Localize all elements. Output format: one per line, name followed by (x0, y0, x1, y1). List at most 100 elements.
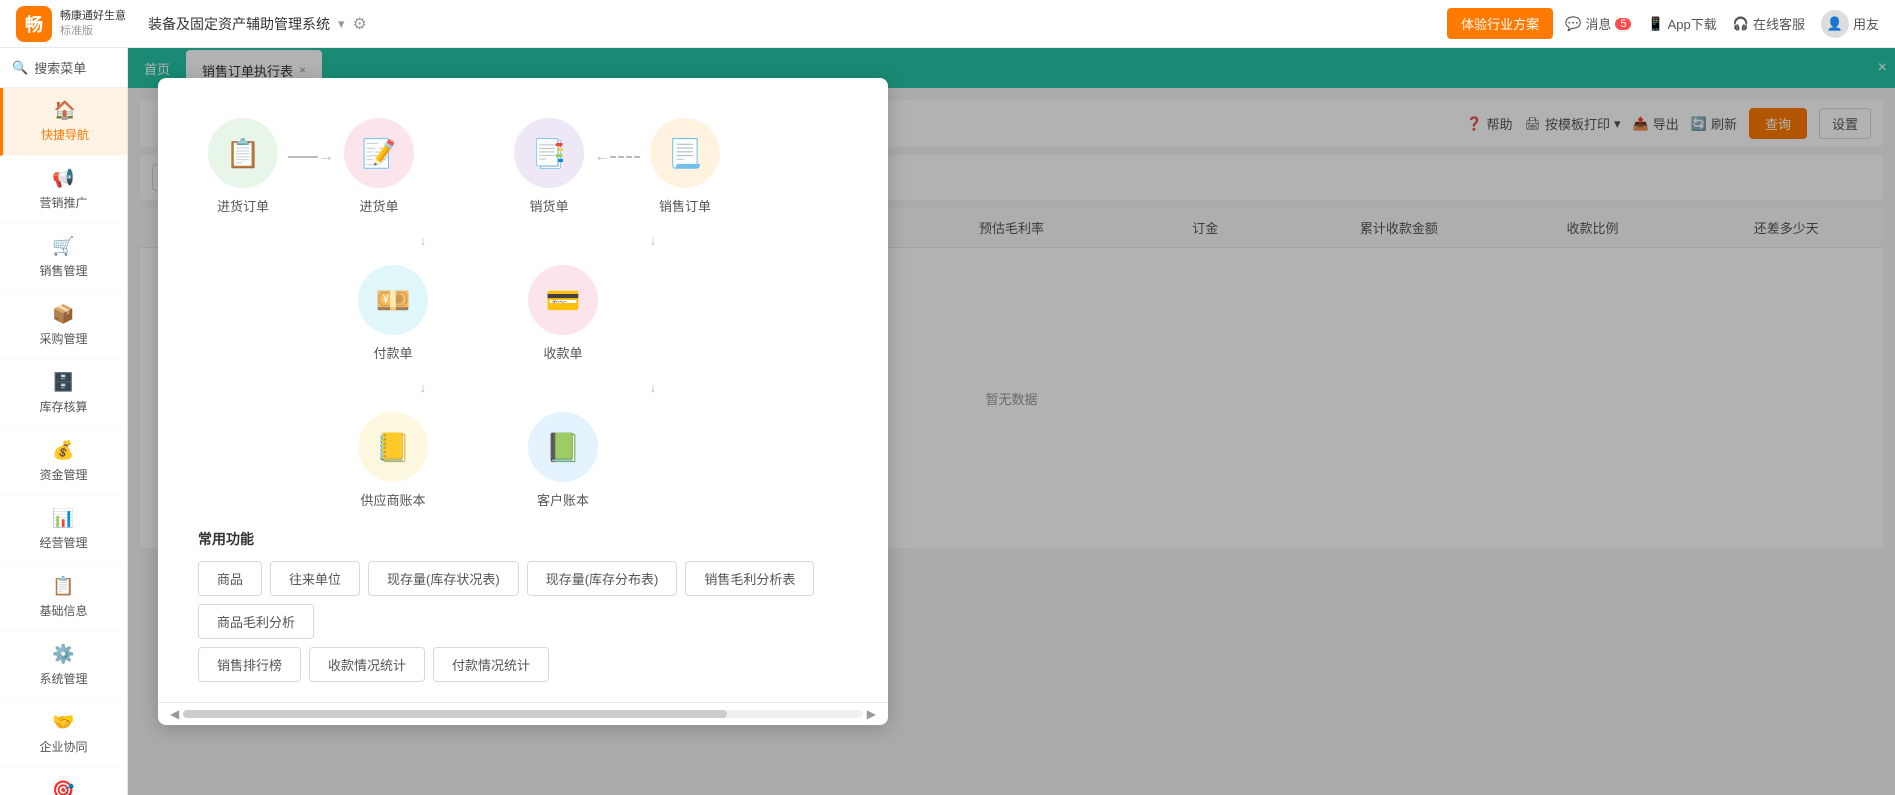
logo-area: 畅 畅康通好生意 标准版 (16, 6, 136, 42)
flow-node-sales-order[interactable]: 📃 销售订单 (640, 108, 730, 225)
common-btn-partners[interactable]: 往来单位 (270, 561, 360, 596)
user-avatar: 👤 (1821, 10, 1849, 38)
purchase-order-icon: 📋 (226, 137, 261, 170)
sidebar-search[interactable]: 🔍 搜索菜单 (0, 48, 127, 88)
flow-node-supplier-ledger[interactable]: 📒 供应商账本 (348, 402, 438, 519)
system-dropdown-icon[interactable]: ▾ (338, 16, 345, 32)
arrow-down-payment: ↓ (348, 380, 498, 395)
top-right-area: 💬 消息 5 📱 App下载 🎧 在线客服 👤 用友 (1565, 10, 1879, 38)
arrow-down-purchase-bill: ↓ (348, 233, 498, 248)
sales-bill-label: 销货单 (529, 196, 568, 215)
guide-icon: 🎯 (52, 780, 74, 795)
flow-row-arrows: ↓ ↓ (198, 225, 848, 255)
sidebar-item-operations[interactable]: 📊 经营管理 (0, 496, 127, 564)
sidebar-item-sales[interactable]: 🛒 销售管理 (0, 224, 127, 292)
top-bar: 畅 畅康通好生意 标准版 装备及固定资产辅助管理系统 ▾ ⚙ 体验行业方案 💬 … (0, 0, 1895, 48)
common-buttons-row-1: 商品 往来单位 现存量(库存状况表) 现存量(库存分布表) 销售毛利分析表 商品… (198, 561, 848, 639)
customer-ledger-icon: 📗 (546, 431, 581, 464)
app-download-item[interactable]: 📱 App下载 (1647, 14, 1716, 33)
sidebar-item-enterprise[interactable]: 🤝 企业协同 (0, 700, 127, 768)
modal-scrollbar: ◀ ▶ (158, 702, 888, 725)
receipt-bill-label: 收款单 (543, 343, 582, 362)
common-btn-inventory-dist[interactable]: 现存量(库存分布表) (527, 561, 678, 596)
arrow-down-receipt: ↓ (578, 380, 728, 395)
flow-node-receipt-bill[interactable]: 💳 收款单 (518, 255, 608, 372)
scrollbar-thumb[interactable] (183, 710, 727, 718)
arrow-down-sales-bill: ↓ (578, 233, 728, 248)
scrollbar-track[interactable] (183, 710, 863, 718)
receipt-bill-icon: 💳 (546, 284, 581, 317)
user-item[interactable]: 👤 用友 (1821, 10, 1879, 38)
sales-order-label: 销售订单 (659, 196, 711, 215)
flow-node-purchase-order[interactable]: 📋 进货订单 (198, 108, 288, 225)
flow-node-customer-ledger[interactable]: 📗 客户账本 (518, 402, 608, 519)
sales-bill-icon: 📑 (532, 137, 567, 170)
arrow-sales-order-to-bill: ← (594, 148, 640, 186)
supplier-ledger-icon: 📒 (376, 431, 411, 464)
system-icon: ⚙️ (52, 644, 74, 665)
purchase-order-circle: 📋 (208, 118, 278, 188)
sales-order-icon: 📃 (668, 137, 703, 170)
online-service-item[interactable]: 🎧 在线客服 (1733, 14, 1805, 33)
flow-node-payment-bill[interactable]: 💴 付款单 (348, 255, 438, 372)
common-btn-product-profit[interactable]: 商品毛利分析 (198, 604, 314, 639)
sidebar-item-guide[interactable]: 🎯 新手引导 (0, 768, 127, 795)
receipt-bill-circle: 💳 (528, 265, 598, 335)
payment-bill-icon: 💴 (376, 284, 411, 317)
sidebar-item-inventory[interactable]: 🗄️ 库存核算 (0, 360, 127, 428)
common-functions-title: 常用功能 (198, 529, 848, 549)
purchase-bill-icon: 📝 (362, 137, 397, 170)
headset-icon: 🎧 (1733, 16, 1749, 32)
common-btn-payment-stats[interactable]: 付款情况统计 (433, 647, 549, 682)
payment-bill-circle: 💴 (358, 265, 428, 335)
scroll-left-icon[interactable]: ◀ (170, 707, 179, 721)
supplier-ledger-circle: 📒 (358, 412, 428, 482)
common-functions-section: 常用功能 商品 往来单位 现存量(库存状况表) 现存量(库存分布表) 销售毛利分… (198, 529, 848, 682)
purchase-bill-circle: 📝 (344, 118, 414, 188)
basic-info-icon: 📋 (52, 576, 74, 597)
inventory-icon: 🗄️ (52, 372, 74, 393)
trial-button[interactable]: 体验行业方案 (1447, 8, 1553, 39)
logo-icon: 畅 (16, 6, 52, 42)
enterprise-icon: 🤝 (52, 712, 74, 733)
modal-dialog: 📋 进货订单 → (158, 78, 888, 725)
message-item[interactable]: 💬 消息 5 (1565, 14, 1631, 33)
sidebar-item-system[interactable]: ⚙️ 系统管理 (0, 632, 127, 700)
settings-icon[interactable]: ⚙ (353, 14, 367, 34)
customer-ledger-label: 客户账本 (537, 490, 589, 509)
common-btn-sales-profit[interactable]: 销售毛利分析表 (685, 561, 814, 596)
message-icon: 💬 (1565, 16, 1581, 32)
main-area: 🔍 搜索菜单 🏠 快捷导航 📢 营销推广 🛒 销售管理 📦 采购管理 🗄️ (0, 48, 1895, 795)
common-btn-product[interactable]: 商品 (198, 561, 262, 596)
sidebar: 🔍 搜索菜单 🏠 快捷导航 📢 营销推广 🛒 销售管理 📦 采购管理 🗄️ (0, 48, 128, 795)
flow-row-1: 📋 进货订单 → (198, 108, 848, 225)
sales-bill-circle: 📑 (514, 118, 584, 188)
modal-inner: 📋 进货订单 → (158, 78, 888, 702)
sidebar-item-finance[interactable]: 💰 资金管理 (0, 428, 127, 496)
sidebar-item-basic-info[interactable]: 📋 基础信息 (0, 564, 127, 632)
common-btn-receipt-stats[interactable]: 收款情况统计 (309, 647, 425, 682)
flow-diagram: 📋 进货订单 → (198, 108, 848, 519)
content-area: 首页 销售订单执行表 × × ❓ 帮助 (128, 48, 1895, 795)
modal-overlay: 📋 进货订单 → (128, 48, 1895, 795)
flow-row-3: 📒 供应商账本 📗 客户账本 (198, 402, 848, 519)
home-icon: 🏠 (54, 100, 76, 121)
common-btn-sales-ranking[interactable]: 销售排行榜 (198, 647, 301, 682)
sidebar-item-purchase[interactable]: 📦 采购管理 (0, 292, 127, 360)
sales-order-circle: 📃 (650, 118, 720, 188)
message-badge: 5 (1615, 18, 1631, 30)
scroll-right-icon[interactable]: ▶ (867, 707, 876, 721)
purchase-icon: 📦 (52, 304, 74, 325)
flow-node-purchase-bill[interactable]: 📝 进货单 (334, 108, 424, 225)
sidebar-item-marketing[interactable]: 📢 营销推广 (0, 156, 127, 224)
common-btn-inventory-status[interactable]: 现存量(库存状况表) (368, 561, 519, 596)
flow-node-sales-bill[interactable]: 📑 销货单 (504, 108, 594, 225)
sidebar-item-quick-nav[interactable]: 🏠 快捷导航 (0, 88, 127, 156)
system-title-area: 装备及固定资产辅助管理系统 ▾ ⚙ (148, 14, 1435, 34)
common-buttons-row-2: 销售排行榜 收款情况统计 付款情况统计 (198, 647, 848, 682)
sales-icon: 🛒 (52, 236, 74, 257)
system-title: 装备及固定资产辅助管理系统 (148, 14, 330, 34)
marketing-icon: 📢 (52, 168, 74, 189)
purchase-order-label: 进货订单 (217, 196, 269, 215)
purchase-bill-label: 进货单 (359, 196, 398, 215)
